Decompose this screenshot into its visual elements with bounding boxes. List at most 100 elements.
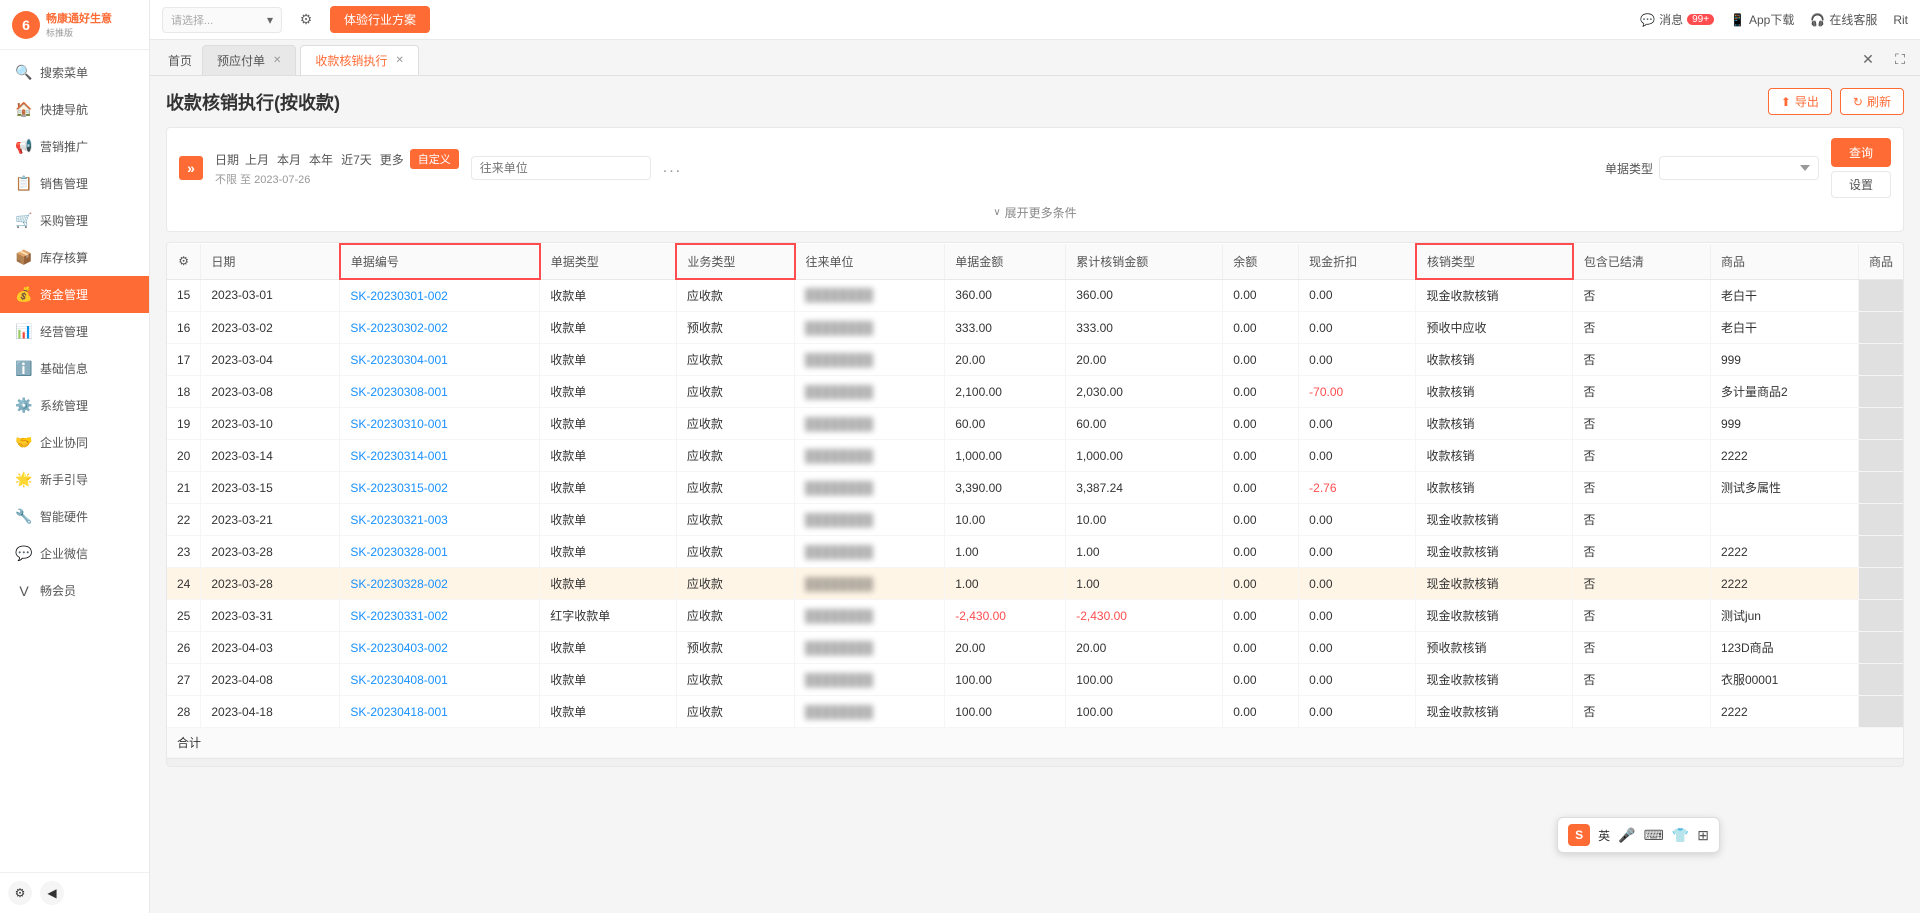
date-range-display: 不限 至 2023-07-26 — [215, 171, 459, 187]
solution-button[interactable]: 体验行业方案 — [330, 6, 430, 33]
order-no-link[interactable]: SK-20230408-001 — [350, 673, 447, 687]
collapse-icon[interactable]: ◀ — [40, 881, 64, 905]
tab-payable[interactable]: 预应付单 ✕ — [202, 45, 296, 75]
order-no-link[interactable]: SK-20230321-003 — [350, 513, 447, 527]
table-row[interactable]: 21 2023-03-15 SK-20230315-002 收款单 应收款 ██… — [167, 472, 1903, 504]
sidebar-icon-guide: 🌟 — [16, 472, 32, 488]
tab-home[interactable]: 首页 — [158, 46, 202, 75]
cell-verify-amount: 1.00 — [1066, 536, 1223, 568]
user-item[interactable]: Rit — [1893, 13, 1908, 27]
ime-grid-icon[interactable]: ⊞ — [1697, 827, 1709, 844]
order-no-link[interactable]: SK-20230403-002 — [350, 641, 447, 655]
table-row[interactable]: 19 2023-03-10 SK-20230310-001 收款单 应收款 ██… — [167, 408, 1903, 440]
date-more[interactable]: 更多 — [380, 151, 404, 168]
table-row[interactable]: 28 2023-04-18 SK-20230418-001 收款单 应收款 ██… — [167, 696, 1903, 728]
sidebar-item-finance[interactable]: 💰 资金管理 — [0, 276, 149, 313]
ime-mic-icon[interactable]: 🎤 — [1618, 827, 1635, 844]
partner-value: ████████ — [805, 609, 873, 623]
ime-keyboard-icon[interactable]: ⌨ — [1644, 827, 1664, 844]
table-row[interactable]: 17 2023-03-04 SK-20230304-001 收款单 应收款 ██… — [167, 344, 1903, 376]
cell-verify-type: 收款核销 — [1416, 376, 1573, 408]
table-row[interactable]: 15 2023-03-01 SK-20230301-002 收款单 应收款 ██… — [167, 279, 1903, 312]
sidebar-item-operation[interactable]: 📊 经营管理 — [0, 313, 149, 350]
sidebar-label-member: 畅会员 — [40, 582, 76, 599]
table-row[interactable]: 20 2023-03-14 SK-20230314-001 收款单 应收款 ██… — [167, 440, 1903, 472]
sidebar-item-inventory[interactable]: 📦 库存核算 — [0, 239, 149, 276]
cell-goods: 衣服00001 — [1710, 664, 1858, 696]
cell-partner: ████████ — [795, 600, 945, 632]
order-no-link[interactable]: SK-20230328-001 — [350, 545, 447, 559]
order-no-link[interactable]: SK-20230331-002 — [350, 609, 447, 623]
refresh-button[interactable]: ↻ 刷新 — [1840, 88, 1904, 115]
table-row[interactable]: 25 2023-03-31 SK-20230331-002 红字收款单 应收款 … — [167, 600, 1903, 632]
table-row[interactable]: 22 2023-03-21 SK-20230321-003 收款单 应收款 ██… — [167, 504, 1903, 536]
cell-date: 2023-03-01 — [201, 279, 340, 312]
tab-verify[interactable]: 收款核销执行 ✕ — [300, 45, 418, 75]
table-row[interactable]: 23 2023-03-28 SK-20230328-001 收款单 应收款 ██… — [167, 536, 1903, 568]
export-button[interactable]: ⬆ 导出 — [1768, 88, 1832, 115]
horizontal-scrollbar[interactable] — [167, 758, 1903, 766]
filter-toggle-button[interactable]: » — [179, 156, 203, 180]
sidebar-menu: 🔍 搜索菜单 🏠 快捷导航 📢 营销推广 📋 销售管理 🛒 采购管理 📦 库存核… — [0, 50, 149, 872]
query-button[interactable]: 查询 — [1831, 138, 1891, 167]
sidebar-item-search[interactable]: 🔍 搜索菜单 — [0, 54, 149, 91]
order-no-link[interactable]: SK-20230315-002 — [350, 481, 447, 495]
company-dropdown[interactable]: 请选择... ▾ — [162, 7, 282, 33]
gear-icon[interactable]: ⚙ — [292, 6, 320, 34]
ime-shirt-icon[interactable]: 👕 — [1672, 827, 1689, 844]
partner-value: ████████ — [805, 513, 873, 527]
sidebar-item-corp[interactable]: 🤝 企业协同 — [0, 424, 149, 461]
app-download-item[interactable]: 📱 App下载 — [1730, 11, 1794, 28]
tab-payable-close-icon[interactable]: ✕ — [273, 55, 281, 66]
expand-filter-button[interactable]: ∨ 展开更多条件 — [179, 204, 1891, 221]
sidebar-item-system[interactable]: ⚙️ 系统管理 — [0, 387, 149, 424]
partner-extra-icon[interactable]: ... — [663, 159, 682, 177]
table-row[interactable]: 27 2023-04-08 SK-20230408-001 收款单 应收款 ██… — [167, 664, 1903, 696]
sidebar-item-guide[interactable]: 🌟 新手引导 — [0, 461, 149, 498]
col-header-settings[interactable]: ⚙ — [167, 244, 201, 279]
sidebar-item-wechat[interactable]: 💬 企业微信 — [0, 535, 149, 572]
cell-biz-type: 应收款 — [676, 376, 794, 408]
sidebar-item-marketing[interactable]: 📢 营销推广 — [0, 128, 149, 165]
sidebar-item-purchase[interactable]: 🛒 采购管理 — [0, 202, 149, 239]
cell-amount: 1.00 — [945, 536, 1066, 568]
sidebar-item-sales[interactable]: 📋 销售管理 — [0, 165, 149, 202]
order-no-link[interactable]: SK-20230304-001 — [350, 353, 447, 367]
sidebar-item-hardware[interactable]: 🔧 智能硬件 — [0, 498, 149, 535]
cell-discount: 0.00 — [1299, 312, 1416, 344]
sidebar-icon-quick-nav: 🏠 — [16, 102, 32, 118]
date-7days[interactable]: 近7天 — [341, 151, 372, 168]
cell-doc-type: 收款单 — [540, 632, 677, 664]
sidebar-label-quick-nav: 快捷导航 — [40, 101, 88, 118]
order-no-link[interactable]: SK-20230310-001 — [350, 417, 447, 431]
service-item[interactable]: 🎧 在线客服 — [1810, 11, 1877, 28]
partner-input[interactable] — [471, 156, 651, 180]
sidebar-item-basic[interactable]: ℹ️ 基础信息 — [0, 350, 149, 387]
order-no-link[interactable]: SK-20230301-002 — [350, 289, 447, 303]
doc-type-select[interactable] — [1659, 156, 1819, 180]
message-icon: 💬 — [1640, 13, 1655, 27]
filter-settings-button[interactable]: 设置 — [1831, 171, 1891, 198]
table-row[interactable]: 26 2023-04-03 SK-20230403-002 收款单 预收款 ██… — [167, 632, 1903, 664]
date-last-month[interactable]: 上月 — [245, 151, 269, 168]
sidebar-item-member[interactable]: V 畅会员 — [0, 572, 149, 609]
order-no-link[interactable]: SK-20230314-001 — [350, 449, 447, 463]
table-row[interactable]: 16 2023-03-02 SK-20230302-002 收款单 预收款 ██… — [167, 312, 1903, 344]
order-no-link[interactable]: SK-20230308-001 — [350, 385, 447, 399]
tab-verify-close-icon[interactable]: ✕ — [395, 55, 403, 66]
date-this-month[interactable]: 本月 — [277, 151, 301, 168]
order-no-link[interactable]: SK-20230328-002 — [350, 577, 447, 591]
partner-value: ████████ — [805, 385, 873, 399]
order-no-link[interactable]: SK-20230302-002 — [350, 321, 447, 335]
table-row[interactable]: 24 2023-03-28 SK-20230328-002 收款单 应收款 ██… — [167, 568, 1903, 600]
sidebar-item-quick-nav[interactable]: 🏠 快捷导航 — [0, 91, 149, 128]
table-row[interactable]: 18 2023-03-08 SK-20230308-001 收款单 应收款 ██… — [167, 376, 1903, 408]
date-custom-button[interactable]: 自定义 — [410, 149, 459, 169]
messages-item[interactable]: 💬 消息 99+ — [1640, 11, 1714, 28]
order-no-link[interactable]: SK-20230418-001 — [350, 705, 447, 719]
headset-icon: 🎧 — [1810, 13, 1825, 27]
date-this-year[interactable]: 本年 — [309, 151, 333, 168]
fullscreen-icon[interactable]: ⛶ — [1888, 47, 1912, 71]
close-tab-icon[interactable]: ✕ — [1856, 47, 1880, 71]
settings-icon[interactable]: ⚙ — [8, 881, 32, 905]
